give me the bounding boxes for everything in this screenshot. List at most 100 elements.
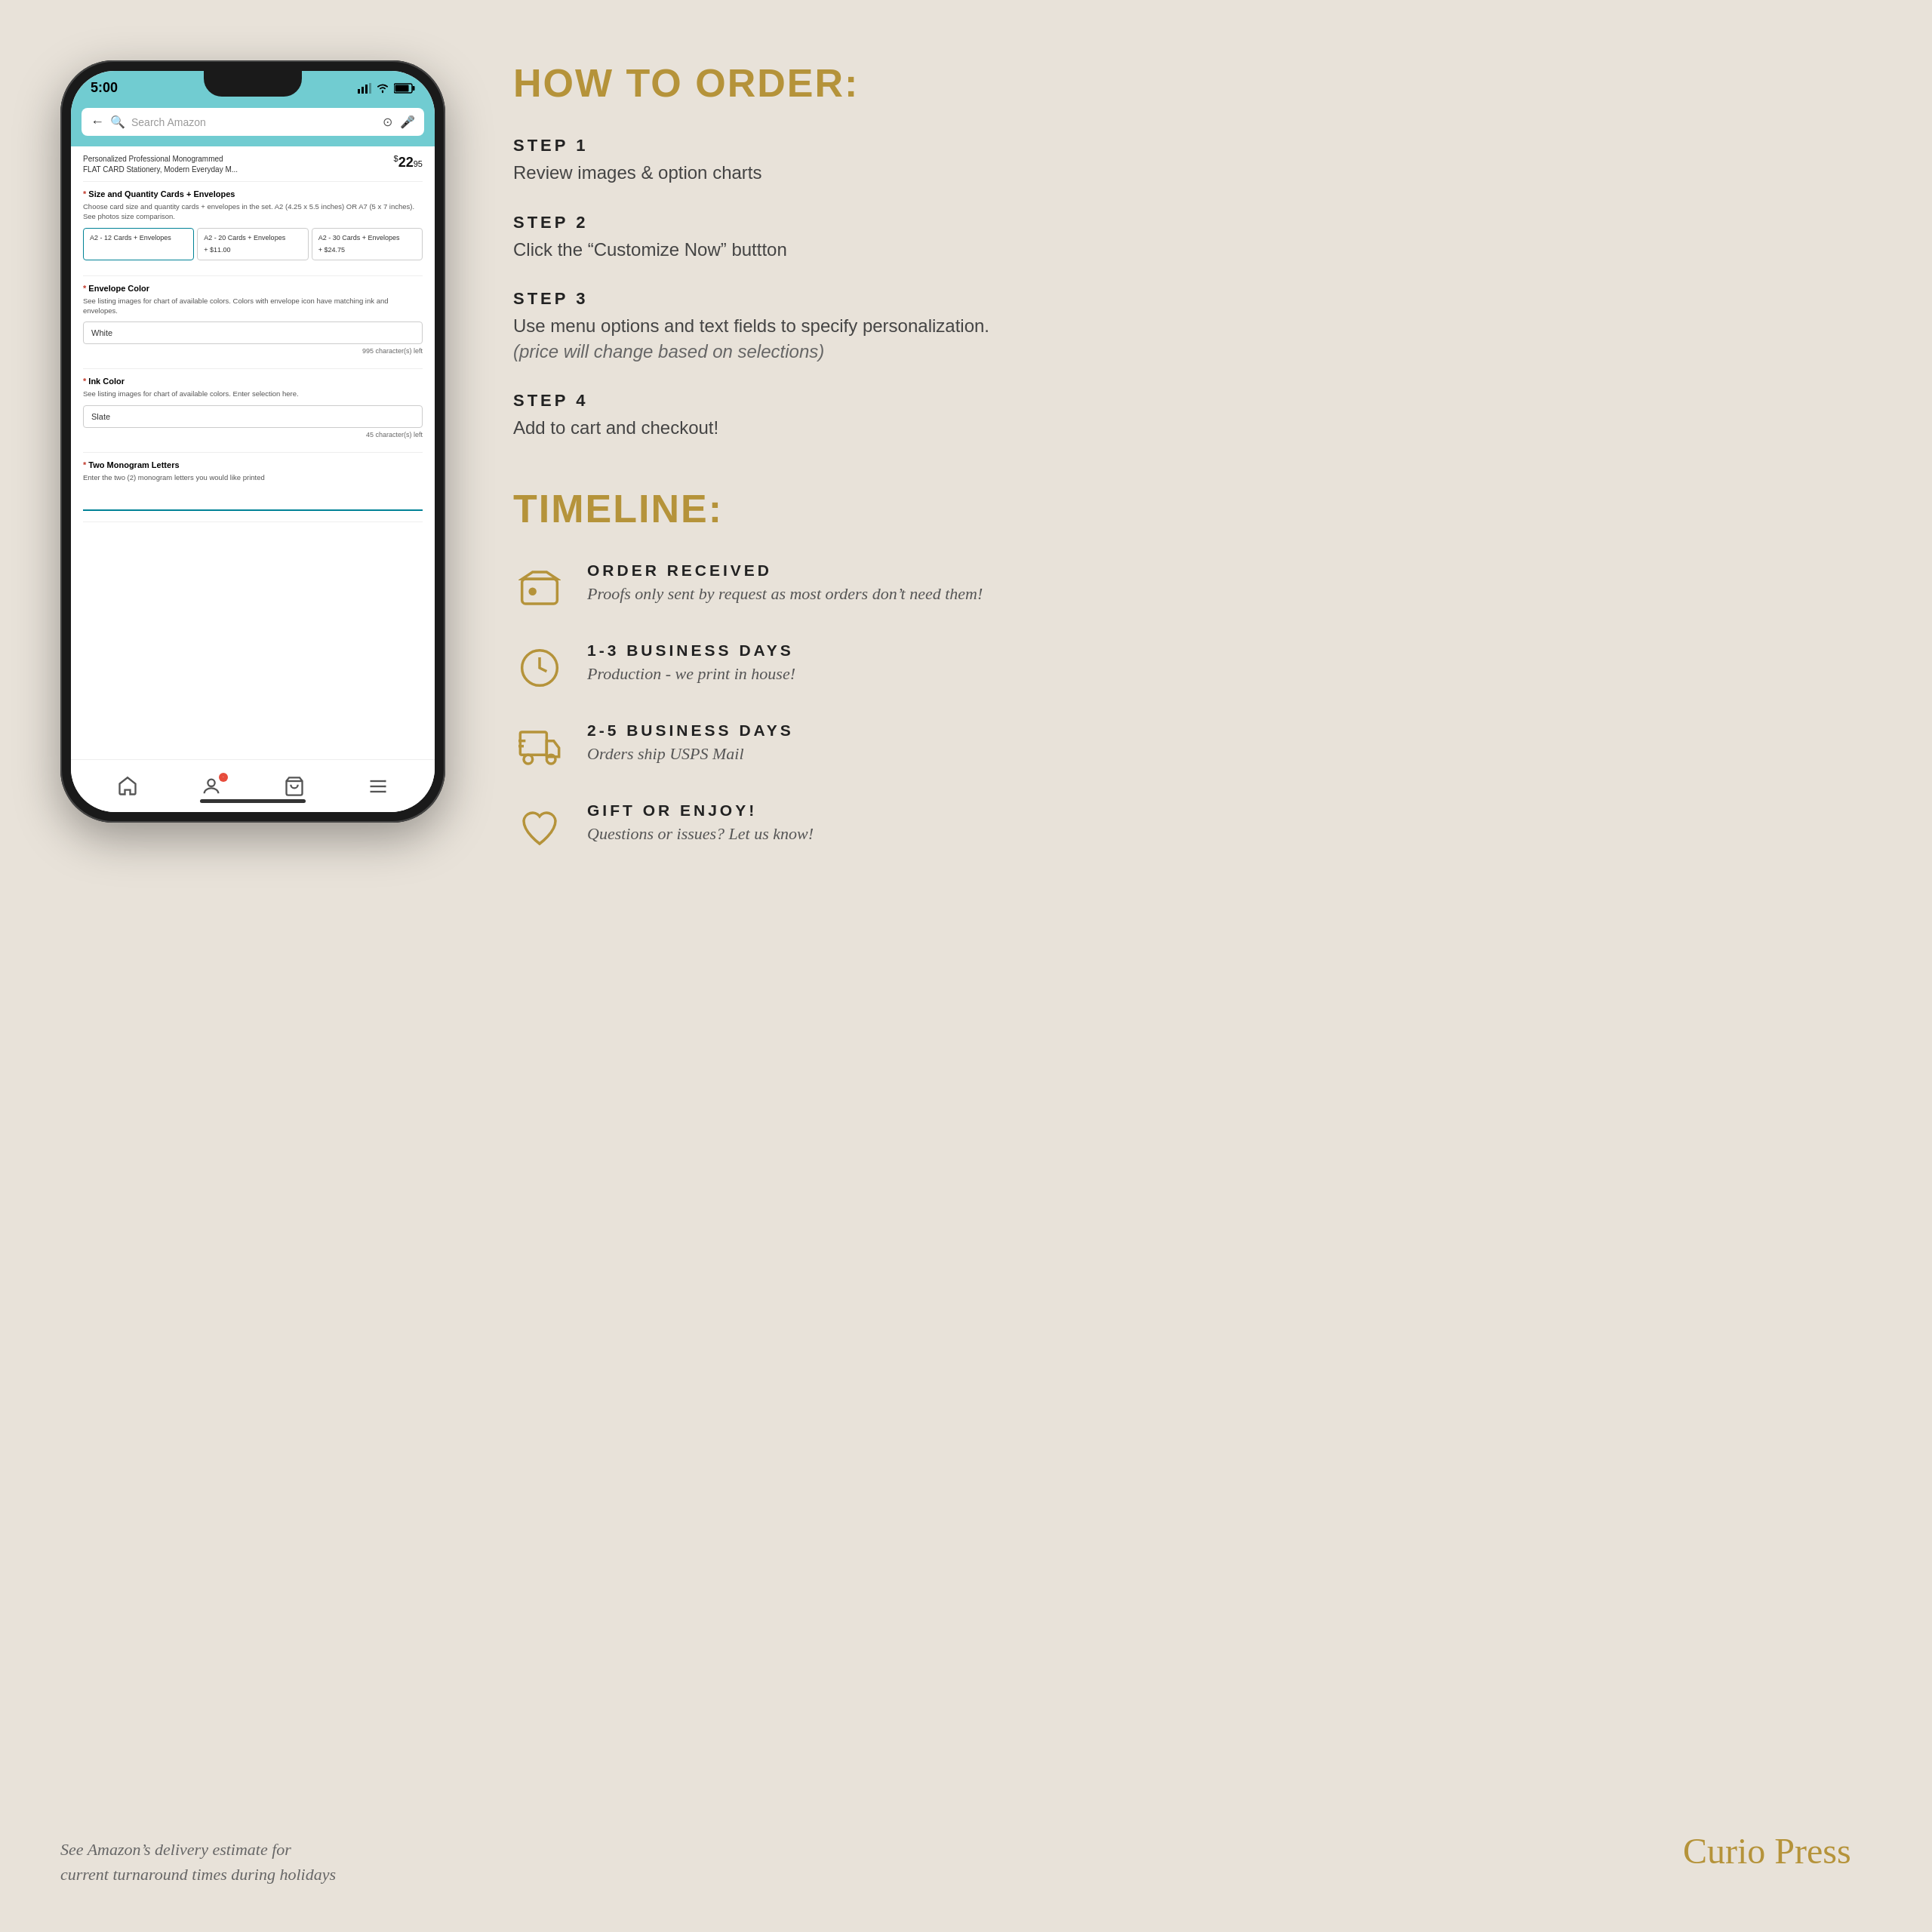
footer-line1: See Amazon’s delivery estimate for xyxy=(60,1837,336,1862)
step-3-desc: Use menu options and text fields to spec… xyxy=(513,313,1872,364)
step-3-label: STEP 3 xyxy=(513,289,1872,309)
card-option-2-label: A2 - 20 Cards + Envelopes xyxy=(204,233,301,243)
step-2-label: STEP 2 xyxy=(513,213,1872,232)
timeline-label-3: 2-5 BUSINESS DAYS xyxy=(587,721,794,740)
search-icon: 🔍 xyxy=(110,115,125,129)
search-bar[interactable]: ← 🔍 Search Amazon ⊙ 🎤 xyxy=(82,108,424,136)
step-4: STEP 4 Add to cart and checkout! xyxy=(513,391,1872,441)
step-4-desc: Add to cart and checkout! xyxy=(513,415,1872,441)
how-to-order-title: HOW TO ORDER: xyxy=(513,60,1872,106)
timeline-item-4: GIFT OR ENJOY! Questions or issues? Let … xyxy=(513,801,1872,854)
timeline-title: TIMELINE: xyxy=(513,486,1872,531)
timeline-label-2: 1-3 BUSINESS DAYS xyxy=(587,641,795,660)
section1-desc: Choose card size and quantity cards + en… xyxy=(83,202,423,222)
svg-rect-6 xyxy=(395,85,409,91)
home-indicator xyxy=(200,799,306,803)
svg-rect-0 xyxy=(358,89,360,94)
card-option-1[interactable]: A2 - 12 Cards + Envelopes xyxy=(83,228,194,260)
envelope-char-count: 995 character(s) left xyxy=(83,347,423,355)
timeline-item-3: 2-5 BUSINESS DAYS Orders ship USPS Mail xyxy=(513,721,1872,774)
step-3: STEP 3 Use menu options and text fields … xyxy=(513,289,1872,364)
back-button[interactable]: ← xyxy=(91,114,104,130)
nav-menu[interactable] xyxy=(368,776,389,797)
timeline-items: ORDER RECEIVED Proofs only sent by reque… xyxy=(513,561,1872,854)
svg-text:Curio Press: Curio Press xyxy=(1683,1831,1851,1871)
step-1-label: STEP 1 xyxy=(513,136,1872,155)
step-3-note: (price will change based on selections) xyxy=(513,341,824,361)
phone-mockup: 5:00 xyxy=(60,60,445,823)
search-actions: ⊙ 🎤 xyxy=(383,115,415,129)
section3-label: * Ink Color xyxy=(83,377,423,386)
signal-icon xyxy=(358,83,371,94)
svg-rect-2 xyxy=(365,85,368,94)
search-input[interactable]: Search Amazon xyxy=(131,116,377,128)
timeline-desc-1: Proofs only sent by request as most orde… xyxy=(587,583,983,606)
svg-point-17 xyxy=(546,755,555,764)
nav-profile[interactable]: · xyxy=(201,776,222,797)
battery-icon xyxy=(394,83,415,94)
order-received-icon xyxy=(513,561,566,614)
brand-logo-svg: Curio Press xyxy=(1675,1818,1872,1878)
footer-note: See Amazon’s delivery estimate for curre… xyxy=(60,1837,336,1887)
step-1: STEP 1 Review images & option charts xyxy=(513,136,1872,186)
timeline-item-2: 1-3 BUSINESS DAYS Production - we print … xyxy=(513,641,1872,694)
timeline-desc-2: Production - we print in house! xyxy=(587,663,795,686)
bottom-nav: · xyxy=(71,759,435,812)
ink-char-count: 45 character(s) left xyxy=(83,431,423,438)
timeline-content-3: 2-5 BUSINESS DAYS Orders ship USPS Mail xyxy=(587,721,794,766)
section4-label: * Two Monogram Letters xyxy=(83,460,423,469)
clock-icon xyxy=(513,641,566,694)
svg-point-7 xyxy=(208,779,214,786)
product-header: Personalized Professional Monogrammed FL… xyxy=(83,154,423,182)
card-option-1-label: A2 - 12 Cards + Envelopes xyxy=(90,233,187,243)
step-1-desc: Review images & option charts xyxy=(513,160,1872,186)
timeline-content-1: ORDER RECEIVED Proofs only sent by reque… xyxy=(587,561,983,606)
camera-icon[interactable]: ⊙ xyxy=(383,115,392,129)
step-2: STEP 2 Click the “Customize Now” buttton xyxy=(513,213,1872,263)
svg-rect-3 xyxy=(369,83,371,94)
phone-outer: 5:00 xyxy=(60,60,445,823)
ink-color-section: * Ink Color See listing images for chart… xyxy=(83,377,423,452)
step-4-label: STEP 4 xyxy=(513,391,1872,411)
monogram-section: * Two Monogram Letters Enter the two (2)… xyxy=(83,460,423,522)
truck-icon xyxy=(513,721,566,774)
product-price: $2295 xyxy=(394,154,423,171)
envelope-color-section: * Envelope Color See listing images for … xyxy=(83,284,423,370)
timeline-label-4: GIFT OR ENJOY! xyxy=(587,801,814,820)
section3-desc: See listing images for chart of availabl… xyxy=(83,389,423,398)
cart-icon xyxy=(284,776,305,797)
footer-line2: current turnaround times during holidays xyxy=(60,1862,336,1887)
phone-screen: 5:00 xyxy=(71,71,435,812)
card-options-group: A2 - 12 Cards + Envelopes A2 - 20 Cards … xyxy=(83,228,423,260)
right-panel: HOW TO ORDER: STEP 1 Review images & opt… xyxy=(513,60,1872,854)
svg-rect-1 xyxy=(361,87,364,94)
svg-rect-12 xyxy=(522,579,558,604)
timeline-item-1: ORDER RECEIVED Proofs only sent by reque… xyxy=(513,561,1872,614)
timeline-desc-3: Orders ship USPS Mail xyxy=(587,743,794,766)
section2-desc: See listing images for chart of availabl… xyxy=(83,296,423,316)
nav-home[interactable] xyxy=(117,776,138,797)
timeline-content-4: GIFT OR ENJOY! Questions or issues? Let … xyxy=(587,801,814,846)
timeline-desc-4: Questions or issues? Let us know! xyxy=(587,823,814,846)
mic-icon[interactable]: 🎤 xyxy=(400,115,415,129)
card-option-2[interactable]: A2 - 20 Cards + Envelopes + $11.00 xyxy=(197,228,308,260)
envelope-color-input[interactable] xyxy=(83,321,423,344)
menu-icon xyxy=(368,776,389,797)
status-icons xyxy=(358,83,415,94)
ink-color-input[interactable] xyxy=(83,405,423,428)
product-content: Personalized Professional Monogrammed FL… xyxy=(71,146,435,537)
nav-cart[interactable] xyxy=(284,776,305,797)
heart-icon xyxy=(513,801,566,854)
card-option-3[interactable]: A2 - 30 Cards + Envelopes + $24.75 xyxy=(312,228,423,260)
step-2-desc: Click the “Customize Now” buttton xyxy=(513,237,1872,263)
svg-point-13 xyxy=(530,589,535,594)
home-icon xyxy=(117,776,138,797)
card-option-2-price: + $11.00 xyxy=(204,245,301,255)
search-bar-area: ← 🔍 Search Amazon ⊙ 🎤 xyxy=(71,102,435,146)
status-time: 5:00 xyxy=(91,80,118,96)
phone-notch xyxy=(204,71,302,97)
svg-rect-5 xyxy=(413,86,415,91)
svg-rect-15 xyxy=(520,732,546,755)
monogram-input[interactable] xyxy=(83,488,423,511)
product-title: Personalized Professional Monogrammed FL… xyxy=(83,154,242,175)
